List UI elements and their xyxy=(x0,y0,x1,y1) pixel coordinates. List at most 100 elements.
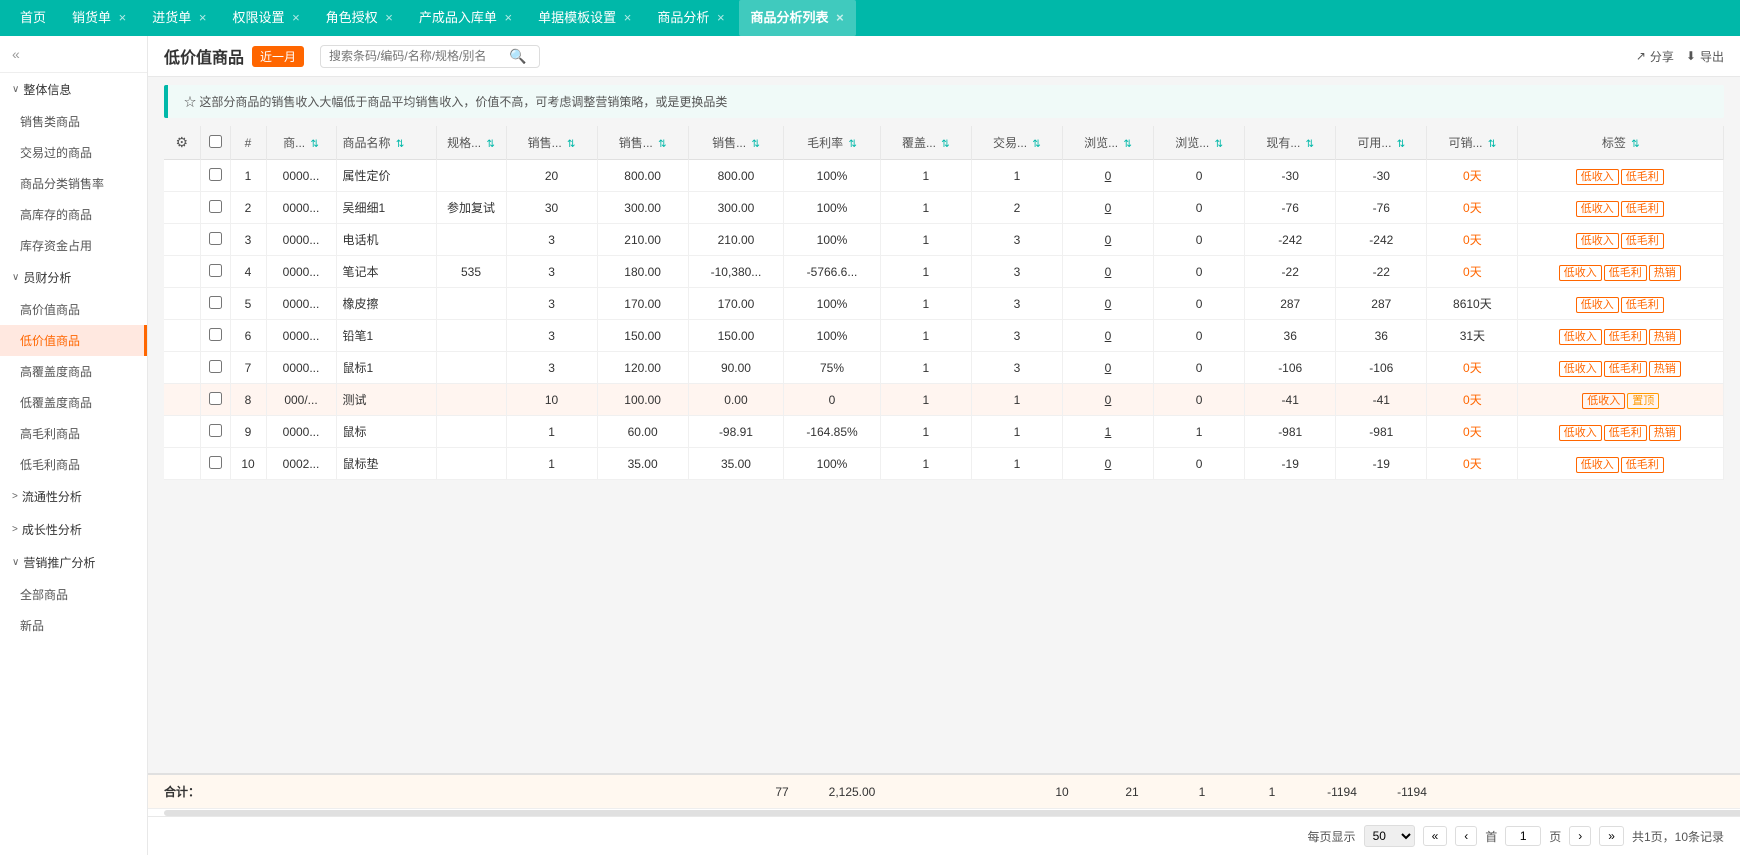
cell-checkbox[interactable] xyxy=(200,320,230,352)
last-page-button[interactable]: » xyxy=(1599,826,1624,846)
time-filter-button[interactable]: 近一月 xyxy=(252,46,304,67)
sidebar-group-marketing[interactable]: ∨ 营销推广分析 xyxy=(0,546,147,579)
browse1-link[interactable]: 0 xyxy=(1105,265,1112,279)
sidebar-item-new-products[interactable]: 新品 xyxy=(0,610,147,641)
nav-product-analysis-list[interactable]: 商品分析列表 × xyxy=(739,0,856,36)
browse1-link[interactable]: 0 xyxy=(1105,233,1112,247)
nav-template-settings[interactable]: 单据模板设置 × xyxy=(526,0,643,36)
sidebar-item-high-profit[interactable]: 高毛利商品 xyxy=(0,418,147,449)
page-size-select[interactable]: 50 100 200 xyxy=(1364,825,1415,847)
cell-checkbox[interactable] xyxy=(200,160,230,192)
column-product-name[interactable]: 商品名称 ⇅ xyxy=(336,126,436,160)
row-checkbox[interactable] xyxy=(209,232,222,245)
sidebar-item-stock-capital[interactable]: 库存资金占用 xyxy=(0,230,147,261)
sidebar-group-circulation[interactable]: > 流通性分析 xyxy=(0,480,147,513)
close-icon[interactable]: × xyxy=(385,10,393,25)
cell-checkbox[interactable] xyxy=(200,448,230,480)
column-tags[interactable]: 标签 ⇅ xyxy=(1518,126,1724,160)
close-icon[interactable]: × xyxy=(199,10,207,25)
column-checkbox[interactable] xyxy=(200,126,230,160)
browse1-link[interactable]: 0 xyxy=(1105,297,1112,311)
cell-checkbox[interactable] xyxy=(200,288,230,320)
column-coverage[interactable]: 覆盖... ⇅ xyxy=(880,126,971,160)
cell-checkbox[interactable] xyxy=(200,224,230,256)
row-checkbox[interactable] xyxy=(209,392,222,405)
row-checkbox[interactable] xyxy=(209,360,222,373)
sidebar-item-traded-products[interactable]: 交易过的商品 xyxy=(0,137,147,168)
nav-home[interactable]: 首页 xyxy=(8,0,58,36)
sidebar-group-growth[interactable]: > 成长性分析 xyxy=(0,513,147,546)
column-sales1[interactable]: 销售... ⇅ xyxy=(506,126,597,160)
sidebar-collapse-button[interactable]: « xyxy=(8,42,24,66)
cell-checkbox[interactable] xyxy=(200,256,230,288)
nav-purchase-order[interactable]: 进货单 × xyxy=(140,0,218,36)
sidebar-item-all-products[interactable]: 全部商品 xyxy=(0,579,147,610)
column-spec[interactable]: 规格... ⇅ xyxy=(436,126,506,160)
select-all-checkbox[interactable] xyxy=(209,135,222,148)
cell-stock2: -19 xyxy=(1336,448,1427,480)
nav-product-analysis[interactable]: 商品分析 × xyxy=(645,0,736,36)
column-browse2[interactable]: 浏览... ⇅ xyxy=(1154,126,1245,160)
nav-roles[interactable]: 角色授权 × xyxy=(314,0,405,36)
column-gross-margin[interactable]: 毛利率 ⇅ xyxy=(784,126,881,160)
column-stock-available[interactable]: 可用... ⇅ xyxy=(1336,126,1427,160)
browse1-link[interactable]: 0 xyxy=(1105,201,1112,215)
cell-gross: 100% xyxy=(784,448,881,480)
prev-page-button[interactable]: ‹ xyxy=(1455,826,1477,846)
close-icon[interactable]: × xyxy=(119,10,127,25)
browse1-link[interactable]: 1 xyxy=(1105,425,1112,439)
nav-sales-order[interactable]: 销货单 × xyxy=(60,0,138,36)
sidebar-item-high-value[interactable]: 高价值商品 xyxy=(0,294,147,325)
cell-checkbox[interactable] xyxy=(200,192,230,224)
row-checkbox[interactable] xyxy=(209,328,222,341)
sidebar-item-category-sales-rate[interactable]: 商品分类销售率 xyxy=(0,168,147,199)
search-icon[interactable]: 🔍 xyxy=(509,48,526,65)
column-sales3[interactable]: 销售... ⇅ xyxy=(688,126,784,160)
browse1-link[interactable]: 0 xyxy=(1105,361,1112,375)
row-checkbox[interactable] xyxy=(209,296,222,309)
close-icon[interactable]: × xyxy=(292,10,300,25)
sidebar-item-high-stock[interactable]: 高库存的商品 xyxy=(0,199,147,230)
column-sales2[interactable]: 销售... ⇅ xyxy=(597,126,688,160)
first-page-button[interactable]: « xyxy=(1423,826,1448,846)
nav-permissions[interactable]: 权限设置 × xyxy=(220,0,311,36)
column-browse1[interactable]: 浏览... ⇅ xyxy=(1062,126,1153,160)
sidebar-item-low-profit[interactable]: 低毛利商品 xyxy=(0,449,147,480)
close-icon[interactable]: × xyxy=(717,10,725,25)
cell-checkbox[interactable] xyxy=(200,416,230,448)
close-icon[interactable]: × xyxy=(624,10,632,25)
close-icon[interactable]: × xyxy=(836,10,844,25)
column-stock-current[interactable]: 现有... ⇅ xyxy=(1245,126,1336,160)
close-icon[interactable]: × xyxy=(505,10,513,25)
row-checkbox[interactable] xyxy=(209,424,222,437)
sidebar-item-sales-products[interactable]: 销售类商品 xyxy=(0,106,147,137)
gear-icon[interactable]: ⚙ xyxy=(175,134,188,150)
share-button[interactable]: ↗ 分享 xyxy=(1636,48,1674,65)
cell-checkbox[interactable] xyxy=(200,352,230,384)
search-input[interactable] xyxy=(329,49,509,63)
sidebar-item-high-coverage[interactable]: 高覆盖度商品 xyxy=(0,356,147,387)
nav-products-inbound[interactable]: 产成品入库单 × xyxy=(407,0,524,36)
browse1-link[interactable]: 0 xyxy=(1105,457,1112,471)
row-checkbox[interactable] xyxy=(209,200,222,213)
column-stock-saleable[interactable]: 可销... ⇅ xyxy=(1427,126,1518,160)
page-number-input[interactable] xyxy=(1505,826,1541,846)
column-product-code[interactable]: 商... ⇅ xyxy=(266,126,336,160)
cell-code: 0000... xyxy=(266,160,336,192)
cell-checkbox[interactable] xyxy=(200,384,230,416)
browse1-link[interactable]: 0 xyxy=(1105,393,1112,407)
cell-stock1: -19 xyxy=(1245,448,1336,480)
row-checkbox[interactable] xyxy=(209,264,222,277)
column-trade[interactable]: 交易... ⇅ xyxy=(971,126,1062,160)
row-checkbox[interactable] xyxy=(209,168,222,181)
sidebar-item-low-value[interactable]: 低价值商品 xyxy=(0,325,147,356)
column-settings[interactable]: ⚙ xyxy=(164,126,200,160)
sidebar-group-overall[interactable]: ∨ 整体信息 xyxy=(0,73,147,106)
next-page-button[interactable]: › xyxy=(1569,826,1591,846)
sidebar-group-financial[interactable]: ∨ 员财分析 xyxy=(0,261,147,294)
export-button[interactable]: ⬇ 导出 xyxy=(1686,48,1724,65)
browse1-link[interactable]: 0 xyxy=(1105,169,1112,183)
sidebar-item-low-coverage[interactable]: 低覆盖度商品 xyxy=(0,387,147,418)
row-checkbox[interactable] xyxy=(209,456,222,469)
browse1-link[interactable]: 0 xyxy=(1105,329,1112,343)
